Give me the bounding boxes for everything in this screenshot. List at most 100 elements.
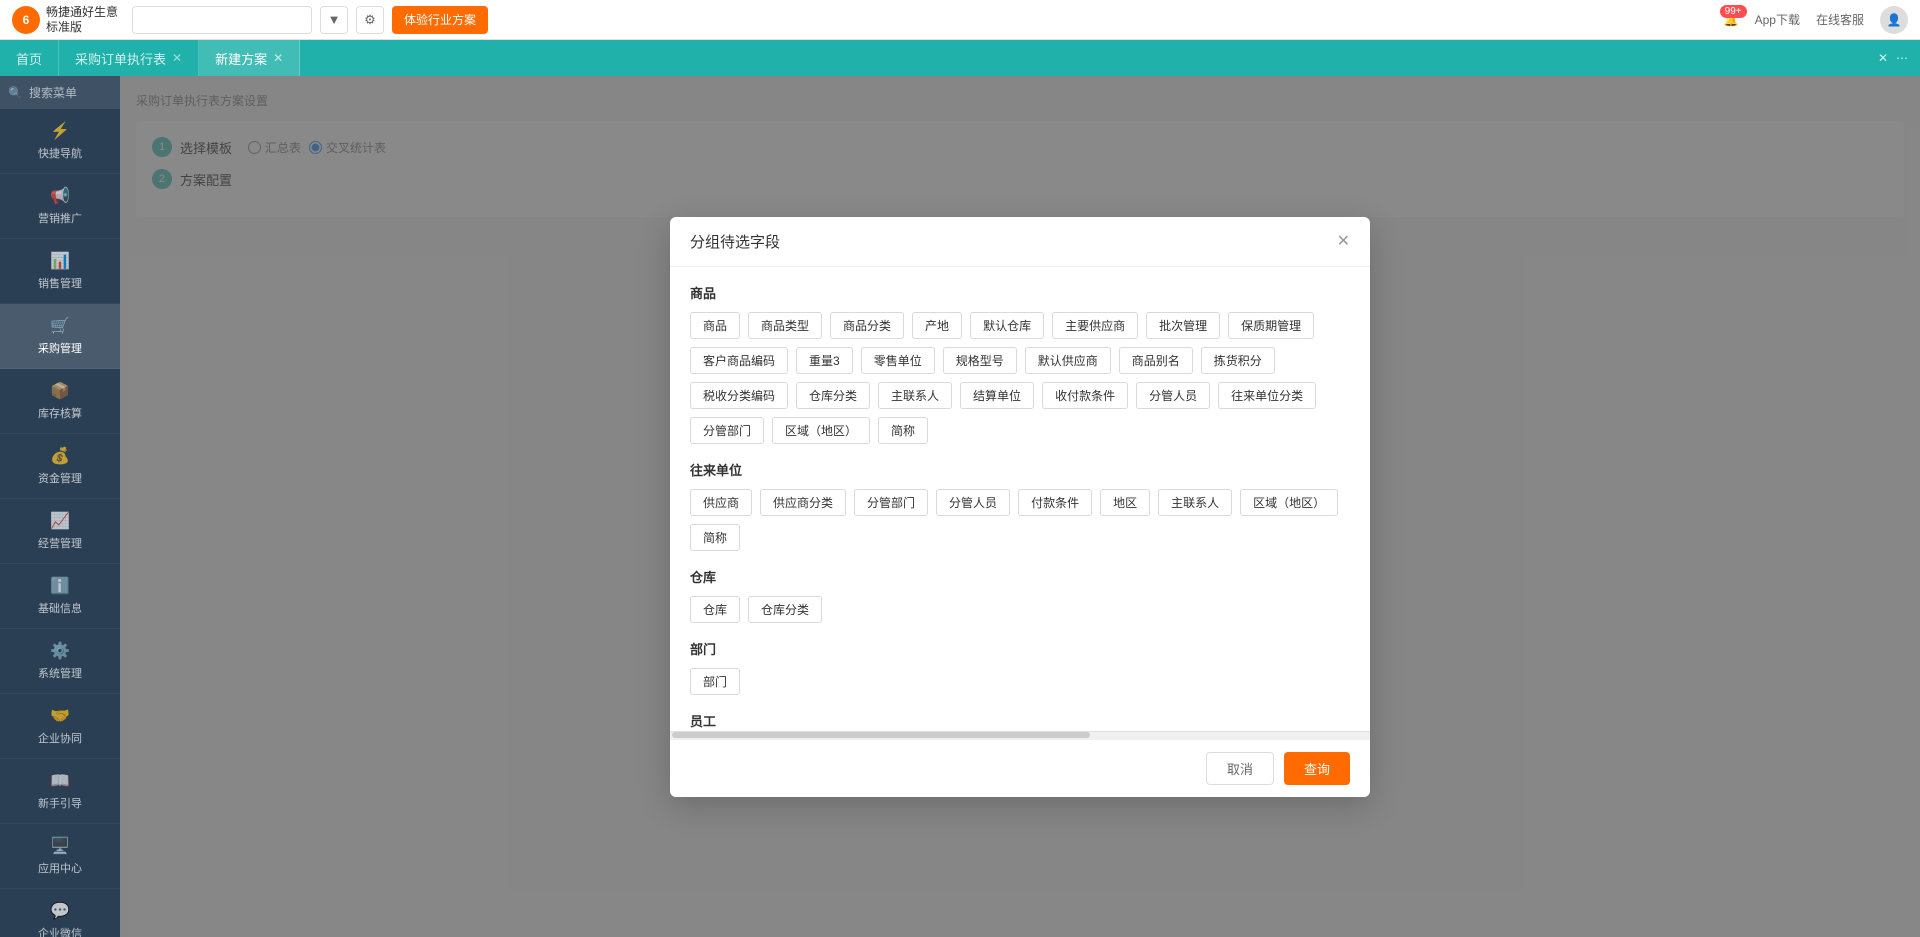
sidebar-item-basic-info-label: 基础信息 <box>38 600 82 616</box>
field-main-contact[interactable]: 主联系人 <box>878 382 952 409</box>
notification-bell[interactable]: 🔔 99+ <box>1724 13 1739 27</box>
field-batch-mgmt[interactable]: 批次管理 <box>1146 312 1220 339</box>
section-product: 商品 商品 商品类型 商品分类 产地 默认仓库 主要供应商 批次管理 保质期管理… <box>690 283 1350 444</box>
sidebar-item-sales-label: 销售管理 <box>38 275 82 291</box>
field-product[interactable]: 商品 <box>690 312 740 339</box>
finance-icon: 💰 <box>50 446 70 466</box>
field-warehouse-category[interactable]: 仓库分类 <box>796 382 870 409</box>
field-main-supplier[interactable]: 主要供应商 <box>1052 312 1138 339</box>
field-department[interactable]: 部门 <box>690 668 740 695</box>
top-bar-middle: ▼ ⚙ 体验行业方案 <box>132 6 1724 34</box>
section-warehouse-grid: 仓库 仓库分类 <box>690 596 1350 623</box>
sidebar-item-inventory-label: 库存核算 <box>38 405 82 421</box>
section-department-grid: 部门 <box>690 668 1350 695</box>
logo-sub: 标准版 <box>46 20 118 34</box>
field-warehouse-cat[interactable]: 仓库分类 <box>748 596 822 623</box>
field-default-warehouse[interactable]: 默认仓库 <box>970 312 1044 339</box>
field-supplier[interactable]: 供应商 <box>690 489 752 516</box>
field-payment-condition[interactable]: 付款条件 <box>1018 489 1092 516</box>
content-area: 采购订单执行表方案设置 1 选择模板 汇总表 交叉统计表 2 方 <box>120 76 1920 937</box>
sidebar-item-collab[interactable]: 🤝 企业协同 <box>0 694 120 759</box>
tab-home[interactable]: 首页 <box>0 40 59 76</box>
field-weight3[interactable]: 重量3 <box>796 347 853 374</box>
field-pick-points[interactable]: 拣货积分 <box>1201 347 1275 374</box>
sidebar-item-system[interactable]: ⚙️ 系统管理 <box>0 629 120 694</box>
sidebar-item-marketing[interactable]: 📢 营销推广 <box>0 174 120 239</box>
modal-hscroll-thumb <box>672 732 1090 738</box>
field-settlement-unit[interactable]: 结算单位 <box>960 382 1034 409</box>
section-employee-title: 员工 <box>690 711 1350 730</box>
field-responsible-person[interactable]: 分管人员 <box>1136 382 1210 409</box>
field-payment-terms[interactable]: 收付款条件 <box>1042 382 1128 409</box>
tab-home-label: 首页 <box>16 49 42 68</box>
field-default-supplier[interactable]: 默认供应商 <box>1025 347 1111 374</box>
tab-new-plan[interactable]: 新建方案 ✕ <box>199 40 300 76</box>
field-supplier-category[interactable]: 供应商分类 <box>760 489 846 516</box>
field-party-category[interactable]: 往来单位分类 <box>1218 382 1316 409</box>
field-origin[interactable]: 产地 <box>912 312 962 339</box>
field-tax-code[interactable]: 税收分类编码 <box>690 382 788 409</box>
logo-area: 6 畅捷通好生意 标准版 <box>12 5 132 34</box>
sidebar-item-inventory[interactable]: 📦 库存核算 <box>0 369 120 434</box>
field-spec-model[interactable]: 规格型号 <box>943 347 1017 374</box>
modal-horizontal-scrollbar[interactable] <box>670 731 1370 739</box>
tab-more-icon[interactable]: ⋯ <box>1896 51 1908 65</box>
field-customer-code[interactable]: 客户商品编码 <box>690 347 788 374</box>
system-icon: ⚙️ <box>50 641 70 661</box>
field-product-alias[interactable]: 商品别名 <box>1119 347 1193 374</box>
modal-overlay: 分组待选字段 ✕ 商品 商品 商品类型 商品分类 产地 默认仓库 <box>120 76 1920 937</box>
field-product-type[interactable]: 商品类型 <box>748 312 822 339</box>
sidebar-search-label: 搜索菜单 <box>29 84 77 101</box>
field-retail-unit[interactable]: 零售单位 <box>861 347 935 374</box>
sidebar-item-purchase[interactable]: 🛒 采购管理 <box>0 304 120 369</box>
field-region-product[interactable]: 区域（地区） <box>772 417 870 444</box>
sidebar-item-guide[interactable]: 📖 新手引导 <box>0 759 120 824</box>
tab-purchase-exec[interactable]: 采购订单执行表 ✕ <box>59 40 199 76</box>
field-partner-dept[interactable]: 分管部门 <box>854 489 928 516</box>
field-partner-region[interactable]: 区域（地区） <box>1240 489 1338 516</box>
sidebar-item-collab-label: 企业协同 <box>38 730 82 746</box>
sidebar-item-finance[interactable]: 💰 资金管理 <box>0 434 120 499</box>
sidebar-item-wechat-label: 企业微信 <box>38 925 82 937</box>
modal-footer: 取消 查询 <box>670 739 1370 797</box>
section-warehouse-title: 仓库 <box>690 567 1350 586</box>
sidebar-item-sales[interactable]: 📊 销售管理 <box>0 239 120 304</box>
tab-expand-icon[interactable]: ✕ <box>1878 51 1888 65</box>
field-short-name-product[interactable]: 简称 <box>878 417 928 444</box>
section-partner-grid: 供应商 供应商分类 分管部门 分管人员 付款条件 地区 主联系人 区域（地区） … <box>690 489 1350 551</box>
dropdown-arrow-btn[interactable]: ▼ <box>320 6 348 34</box>
field-partner-short-name[interactable]: 简称 <box>690 524 740 551</box>
user-avatar[interactable]: 👤 <box>1880 6 1908 34</box>
cancel-button[interactable]: 取消 <box>1206 752 1274 785</box>
logo-icon: 6 <box>12 6 40 34</box>
settings-btn[interactable]: ⚙ <box>356 6 384 34</box>
sidebar-item-app-center[interactable]: 🖥️ 应用中心 <box>0 824 120 889</box>
search-icon: 🔍 <box>8 86 23 100</box>
tab-purchase-close-icon[interactable]: ✕ <box>172 51 182 65</box>
guide-icon: 📖 <box>50 771 70 791</box>
top-bar: 6 畅捷通好生意 标准版 ▼ ⚙ 体验行业方案 🔔 99+ App下载 在线客服… <box>0 0 1920 40</box>
section-department-title: 部门 <box>690 639 1350 658</box>
tab-new-plan-close-icon[interactable]: ✕ <box>273 51 283 65</box>
sidebar-item-basic-info[interactable]: ℹ️ 基础信息 <box>0 564 120 629</box>
modal-body: 商品 商品 商品类型 商品分类 产地 默认仓库 主要供应商 批次管理 保质期管理… <box>670 267 1370 731</box>
sidebar-item-quick-nav[interactable]: ⚡ 快捷导航 <box>0 109 120 174</box>
field-area[interactable]: 地区 <box>1100 489 1150 516</box>
tab-purchase-exec-label: 采购订单执行表 <box>75 49 166 68</box>
experience-btn[interactable]: 体验行业方案 <box>392 6 488 34</box>
field-expiry-mgmt[interactable]: 保质期管理 <box>1228 312 1314 339</box>
field-partner-main-contact[interactable]: 主联系人 <box>1158 489 1232 516</box>
main-layout: 🔍 搜索菜单 ⚡ 快捷导航 📢 营销推广 📊 销售管理 🛒 采购管理 📦 库存核… <box>0 76 1920 937</box>
sidebar-item-wechat[interactable]: 💬 企业微信 <box>0 889 120 937</box>
field-partner-person[interactable]: 分管人员 <box>936 489 1010 516</box>
app-download-link[interactable]: App下载 <box>1755 11 1800 28</box>
field-dept-manage[interactable]: 分管部门 <box>690 417 764 444</box>
field-product-category[interactable]: 商品分类 <box>830 312 904 339</box>
confirm-button[interactable]: 查询 <box>1284 752 1350 785</box>
field-warehouse[interactable]: 仓库 <box>690 596 740 623</box>
sidebar-item-operations[interactable]: 📈 经营管理 <box>0 499 120 564</box>
online-service-link[interactable]: 在线客服 <box>1816 11 1864 28</box>
sidebar-search[interactable]: 🔍 搜索菜单 <box>0 76 120 109</box>
modal-close-icon[interactable]: ✕ <box>1337 231 1350 251</box>
search-input[interactable] <box>132 6 312 34</box>
